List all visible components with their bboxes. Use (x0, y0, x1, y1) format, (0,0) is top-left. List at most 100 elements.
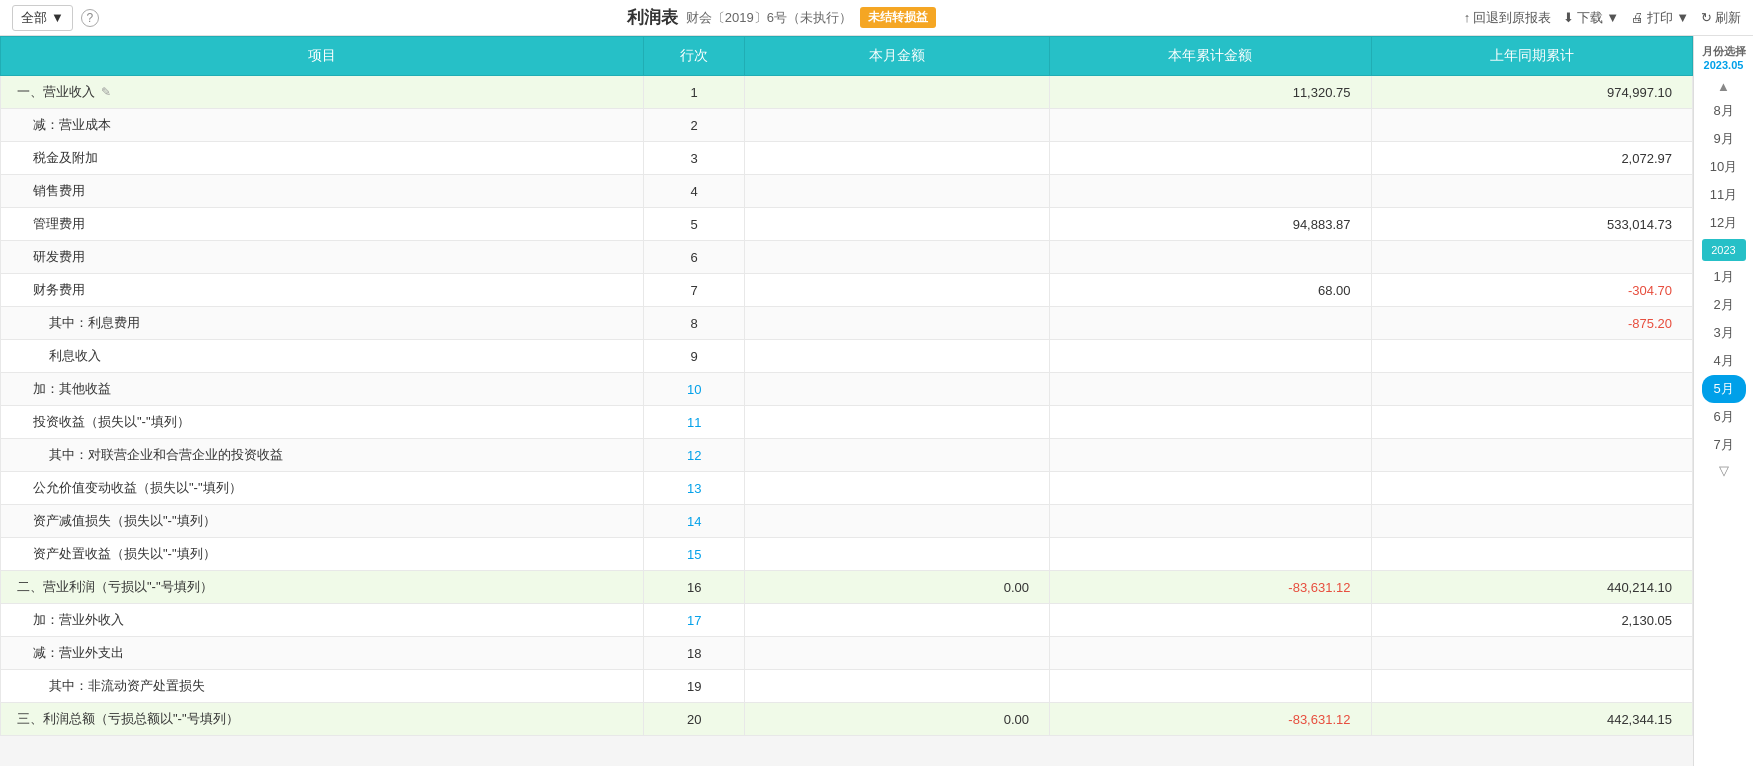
cell-row-number[interactable]: 13 (643, 472, 745, 505)
download-button[interactable]: ⬇ 下载 ▼ (1563, 9, 1619, 27)
cell-row-number: 3 (643, 142, 745, 175)
side-month-item[interactable]: 8月 (1702, 97, 1746, 125)
table-row: 资产减值损失（损失以"-"填列）14 (1, 505, 1693, 538)
print-label: 打印 (1647, 9, 1673, 27)
cell-prev-amount: 533,014.73 (1371, 208, 1693, 241)
cell-row-number: 1 (643, 76, 745, 109)
col-header-prev: 上年同期累计 (1371, 37, 1693, 76)
cell-month-amount (745, 373, 1050, 406)
col-header-row: 行次 (643, 37, 745, 76)
download-label: 下载 (1577, 9, 1603, 27)
cell-row-number[interactable]: 15 (643, 538, 745, 571)
cell-row-number[interactable]: 11 (643, 406, 745, 439)
side-month-item[interactable]: 7月 (1702, 431, 1746, 459)
side-month-item[interactable]: 3月 (1702, 319, 1746, 347)
side-month-item[interactable]: 11月 (1702, 181, 1746, 209)
table-row: 一、营业收入✎111,320.75974,997.10 (1, 76, 1693, 109)
side-month-item[interactable]: 1月 (1702, 263, 1746, 291)
table-row: 减：营业成本2 (1, 109, 1693, 142)
cell-month-amount (745, 604, 1050, 637)
table-row: 加：其他收益10 (1, 373, 1693, 406)
cell-row-number: 5 (643, 208, 745, 241)
cell-prev-amount (1371, 439, 1693, 472)
table-row: 研发费用6 (1, 241, 1693, 274)
month-list: 8月9月10月11月12月20231月2月3月4月5月6月7月 (1694, 97, 1753, 459)
cell-row-number[interactable]: 14 (643, 505, 745, 538)
side-month-item[interactable]: 2023 (1702, 239, 1746, 261)
print-button[interactable]: 🖨 打印 ▼ (1631, 9, 1689, 27)
cell-row-number: 19 (643, 670, 745, 703)
table-row: 其中：对联营企业和合营企业的投资收益12 (1, 439, 1693, 472)
cell-month-amount (745, 109, 1050, 142)
table-body: 一、营业收入✎111,320.75974,997.10减：营业成本2税金及附加3… (1, 76, 1693, 736)
scope-dropdown[interactable]: 全部 ▼ (12, 5, 73, 31)
cell-ytd-amount (1050, 538, 1371, 571)
cell-month-amount (745, 208, 1050, 241)
table-row: 其中：非流动资产处置损失19 (1, 670, 1693, 703)
side-month-item[interactable]: 9月 (1702, 125, 1746, 153)
cell-month-amount (745, 274, 1050, 307)
cell-month-amount (745, 241, 1050, 274)
cell-item: 二、营业利润（亏损以"-"号填列） (1, 571, 644, 604)
cell-row-number[interactable]: 17 (643, 604, 745, 637)
cell-ytd-amount (1050, 340, 1371, 373)
side-month-item[interactable]: 5月 (1702, 375, 1746, 403)
cell-ytd-amount (1050, 670, 1371, 703)
cell-month-amount (745, 340, 1050, 373)
cell-item: 其中：对联营企业和合营企业的投资收益 (1, 439, 644, 472)
cell-row-number: 4 (643, 175, 745, 208)
cell-month-amount: 0.00 (745, 703, 1050, 736)
side-month-item[interactable]: 12月 (1702, 209, 1746, 237)
status-badge[interactable]: 未结转损益 (860, 7, 936, 28)
cell-prev-amount: -875.20 (1371, 307, 1693, 340)
cell-item: 资产处置收益（损失以"-"填列） (1, 538, 644, 571)
refresh-icon: ↻ (1701, 10, 1712, 25)
side-month-item[interactable]: 10月 (1702, 153, 1746, 181)
cell-item: 三、利润总额（亏损总额以"-"号填列） (1, 703, 644, 736)
cell-month-amount (745, 439, 1050, 472)
month-scroll-down[interactable]: ▽ (1706, 459, 1742, 481)
month-scroll-up[interactable]: ▲ (1706, 75, 1742, 97)
cell-item: 减：营业外支出 (1, 637, 644, 670)
report-title: 利润表 (627, 6, 678, 29)
cell-month-amount: 0.00 (745, 571, 1050, 604)
download-icon: ⬇ (1563, 10, 1574, 25)
cell-prev-amount: 442,344.15 (1371, 703, 1693, 736)
cell-row-number[interactable]: 12 (643, 439, 745, 472)
cell-item: 减：营业成本 (1, 109, 644, 142)
cell-prev-amount: 440,214.10 (1371, 571, 1693, 604)
top-bar-right: ↑ 回退到原报表 ⬇ 下载 ▼ 🖨 打印 ▼ ↻ 刷新 (1464, 9, 1741, 27)
side-month-item[interactable]: 6月 (1702, 403, 1746, 431)
download-chevron: ▼ (1606, 10, 1619, 25)
cell-prev-amount (1371, 241, 1693, 274)
cell-ytd-amount (1050, 439, 1371, 472)
cell-ytd-amount (1050, 175, 1371, 208)
side-month-item[interactable]: 2月 (1702, 291, 1746, 319)
table-row: 投资收益（损失以"-"填列）11 (1, 406, 1693, 439)
cell-prev-amount (1371, 670, 1693, 703)
cell-ytd-amount (1050, 109, 1371, 142)
cell-row-number[interactable]: 10 (643, 373, 745, 406)
cell-ytd-amount: -83,631.12 (1050, 571, 1371, 604)
cell-ytd-amount (1050, 373, 1371, 406)
side-panel: 月份选择 2023.05 ▲ 8月9月10月11月12月20231月2月3月4月… (1693, 36, 1753, 766)
cell-item: 其中：利息费用 (1, 307, 644, 340)
help-icon[interactable]: ? (81, 9, 99, 27)
refresh-button[interactable]: ↻ 刷新 (1701, 9, 1741, 27)
cell-prev-amount (1371, 505, 1693, 538)
cell-item: 加：其他收益 (1, 373, 644, 406)
back-button[interactable]: ↑ 回退到原报表 (1464, 9, 1552, 27)
cell-ytd-amount (1050, 472, 1371, 505)
profit-table: 项目 行次 本月金额 本年累计金额 上年同期累计 一、营业收入✎111,320.… (0, 36, 1693, 736)
cell-month-amount (745, 472, 1050, 505)
cell-month-amount (745, 175, 1050, 208)
cell-item: 其中：非流动资产处置损失 (1, 670, 644, 703)
table-row: 其中：利息费用8 -875.20 (1, 307, 1693, 340)
cell-prev-amount: 2,130.05 (1371, 604, 1693, 637)
edit-icon[interactable]: ✎ (101, 85, 111, 99)
table-row: 利息收入9 (1, 340, 1693, 373)
cell-row-number: 8 (643, 307, 745, 340)
side-month-item[interactable]: 4月 (1702, 347, 1746, 375)
cell-prev-amount (1371, 406, 1693, 439)
cell-row-number: 18 (643, 637, 745, 670)
